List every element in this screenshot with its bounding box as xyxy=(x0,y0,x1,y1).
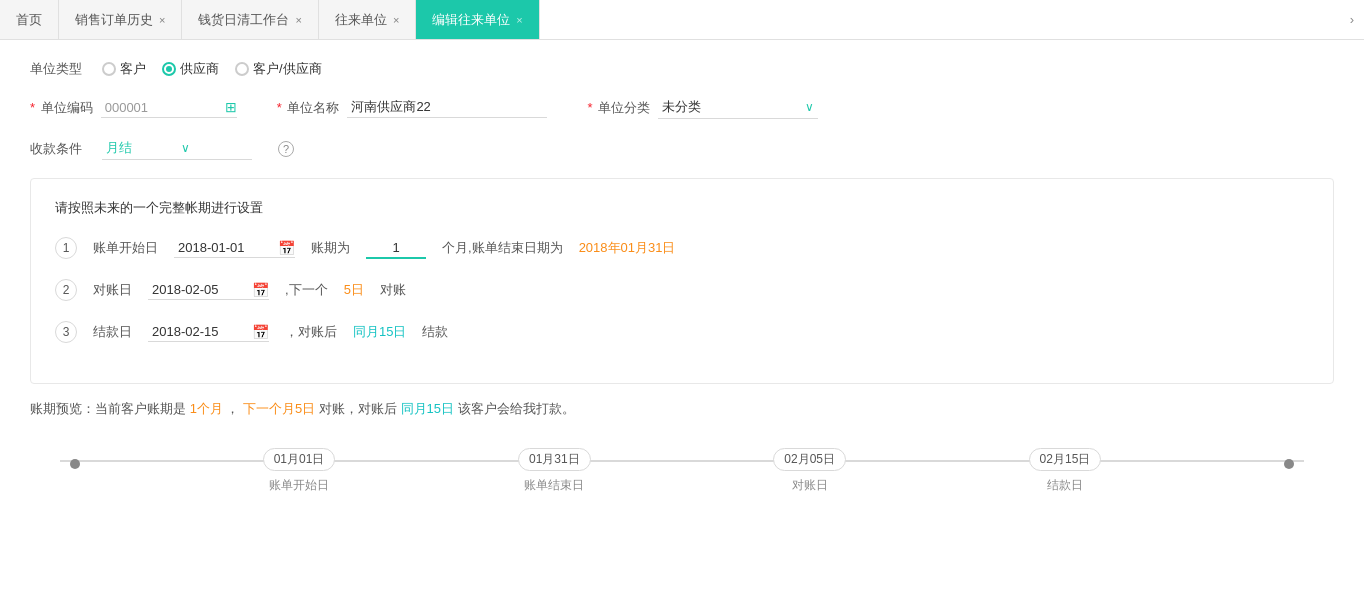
preview-part3: 同月15日 xyxy=(401,401,454,416)
payment-terms-label: 收款条件 xyxy=(30,140,82,158)
section-description: 请按照未来的一个完整帐期进行设置 xyxy=(55,199,1309,217)
tab-home[interactable]: 首页 xyxy=(0,0,59,39)
node-badge-3: 02月05日 xyxy=(773,448,846,471)
radio-circle-both xyxy=(235,62,249,76)
step-label-3: 结款日 xyxy=(93,323,132,341)
step3-prefix: ，对账后 xyxy=(285,323,337,341)
node-badge-4: 02月15日 xyxy=(1029,448,1102,471)
step-num-2: 2 xyxy=(55,279,77,301)
node-label-1: 账单开始日 xyxy=(269,477,329,494)
unit-name-input[interactable] xyxy=(347,98,547,118)
step3-calendar-icon[interactable]: 📅 xyxy=(252,324,269,340)
period-settings-section: 请按照未来的一个完整帐期进行设置 1 账单开始日 📅 账期为 个月,账单结束日期… xyxy=(30,178,1334,384)
unit-type-radio-group: 客户 供应商 客户/供应商 xyxy=(102,60,322,78)
unit-code-input[interactable] xyxy=(101,98,221,117)
close-sales-history[interactable]: × xyxy=(159,14,165,26)
step1-date-input[interactable] xyxy=(174,238,274,257)
unit-code-label: * 单位编码 xyxy=(30,99,93,117)
timeline-node-3: 02月05日 对账日 xyxy=(773,448,846,494)
timeline-node-1: 01月01日 账单开始日 xyxy=(263,448,336,494)
unit-category-dropdown[interactable]: 未分类 ∨ xyxy=(658,96,818,119)
preview-section: 账期预览：当前客户账期是 1个月 ， 下一个月5日 对账，对账后 同月15日 该… xyxy=(30,384,1334,438)
unit-category-label: * 单位分类 xyxy=(587,99,650,117)
step1-month-input[interactable] xyxy=(366,238,426,259)
timeline-end-dot xyxy=(1284,459,1294,469)
unit-type-label: 单位类型 xyxy=(30,60,82,78)
step1-date-field: 📅 xyxy=(174,238,295,258)
step-num-1: 1 xyxy=(55,237,77,259)
copy-icon[interactable]: ⊞ xyxy=(225,99,237,115)
node-label-2: 账单结束日 xyxy=(524,477,584,494)
radio-circle-customer xyxy=(102,62,116,76)
unit-name-group: * 单位名称 xyxy=(277,98,548,118)
step3-highlight: 同月15日 xyxy=(353,323,406,341)
timeline-start-dot xyxy=(70,459,80,469)
timeline-nodes: 01月01日 账单开始日 01月31日 账单结束日 02月05日 对账日 02月… xyxy=(70,448,1294,494)
step-row-3: 3 结款日 📅 ，对账后 同月15日 结款 xyxy=(55,321,1309,343)
close-edit-counterparty[interactable]: × xyxy=(516,14,522,26)
tab-sales-history[interactable]: 销售订单历史 × xyxy=(59,0,182,39)
timeline-node-4: 02月15日 结款日 xyxy=(1029,448,1102,494)
step2-highlight: 5日 xyxy=(344,281,364,299)
main-content: 单位类型 客户 供应商 客户/供应商 * 单位编码 ⊞ xyxy=(0,40,1364,608)
node-badge-1: 01月01日 xyxy=(263,448,336,471)
tab-counterparty[interactable]: 往来单位 × xyxy=(319,0,416,39)
step2-suffix: 对账 xyxy=(380,281,406,299)
payment-terms-arrow: ∨ xyxy=(181,141,248,155)
tab-cash-work[interactable]: 钱货日清工作台 × xyxy=(182,0,318,39)
step2-date-input[interactable] xyxy=(148,280,248,299)
step1-month-unit-prefix: 个月,账单结束日期为 xyxy=(442,239,563,257)
preview-part2: 下一个月5日 xyxy=(243,401,315,416)
payment-terms-dropdown[interactable]: 月结 ∨ xyxy=(102,137,252,160)
unit-category-group: * 单位分类 未分类 ∨ xyxy=(587,96,818,119)
step3-date-input[interactable] xyxy=(148,322,248,341)
step1-calendar-icon[interactable]: 📅 xyxy=(278,240,295,256)
step1-end-date: 2018年01月31日 xyxy=(579,239,676,257)
help-icon[interactable]: ? xyxy=(278,141,294,157)
category-dropdown-arrow: ∨ xyxy=(805,100,814,114)
step2-calendar-icon[interactable]: 📅 xyxy=(252,282,269,298)
close-cash-work[interactable]: × xyxy=(295,14,301,26)
node-label-3: 对账日 xyxy=(792,477,828,494)
preview-part1: 1个月 xyxy=(190,401,223,416)
unit-code-group: * 单位编码 ⊞ xyxy=(30,98,237,118)
node-label-4: 结款日 xyxy=(1047,477,1083,494)
step2-prefix: ,下一个 xyxy=(285,281,328,299)
radio-supplier[interactable]: 供应商 xyxy=(162,60,219,78)
radio-customer[interactable]: 客户 xyxy=(102,60,146,78)
close-counterparty[interactable]: × xyxy=(393,14,399,26)
step-label-1: 账单开始日 xyxy=(93,239,158,257)
unit-code-field: ⊞ xyxy=(101,98,237,118)
step2-date-field: 📅 xyxy=(148,280,269,300)
step-row-1: 1 账单开始日 📅 账期为 个月,账单结束日期为 2018年01月31日 xyxy=(55,237,1309,259)
timeline-container: 01月01日 账单开始日 01月31日 账单结束日 02月05日 对账日 02月… xyxy=(30,438,1334,524)
unit-type-row: 单位类型 客户 供应商 客户/供应商 xyxy=(30,60,1334,78)
step-label-2: 对账日 xyxy=(93,281,132,299)
step-num-3: 3 xyxy=(55,321,77,343)
tab-edit-counterparty[interactable]: 编辑往来单位 × xyxy=(416,0,539,39)
step3-suffix: 结款 xyxy=(422,323,448,341)
tab-more-button[interactable]: › xyxy=(1340,0,1364,39)
payment-terms-row: 收款条件 月结 ∨ ? xyxy=(30,137,1334,160)
unit-info-row: * 单位编码 ⊞ * 单位名称 * 单位分类 未分类 ∨ xyxy=(30,96,1334,119)
node-badge-2: 01月31日 xyxy=(518,448,591,471)
step3-date-field: 📅 xyxy=(148,322,269,342)
radio-both[interactable]: 客户/供应商 xyxy=(235,60,322,78)
step1-period-label: 账期为 xyxy=(311,239,350,257)
tab-bar: 首页 销售订单历史 × 钱货日清工作台 × 往来单位 × 编辑往来单位 × › xyxy=(0,0,1364,40)
step-row-2: 2 对账日 📅 ,下一个 5日 对账 xyxy=(55,279,1309,301)
timeline-node-2: 01月31日 账单结束日 xyxy=(518,448,591,494)
radio-circle-supplier xyxy=(162,62,176,76)
unit-name-label: * 单位名称 xyxy=(277,99,340,117)
